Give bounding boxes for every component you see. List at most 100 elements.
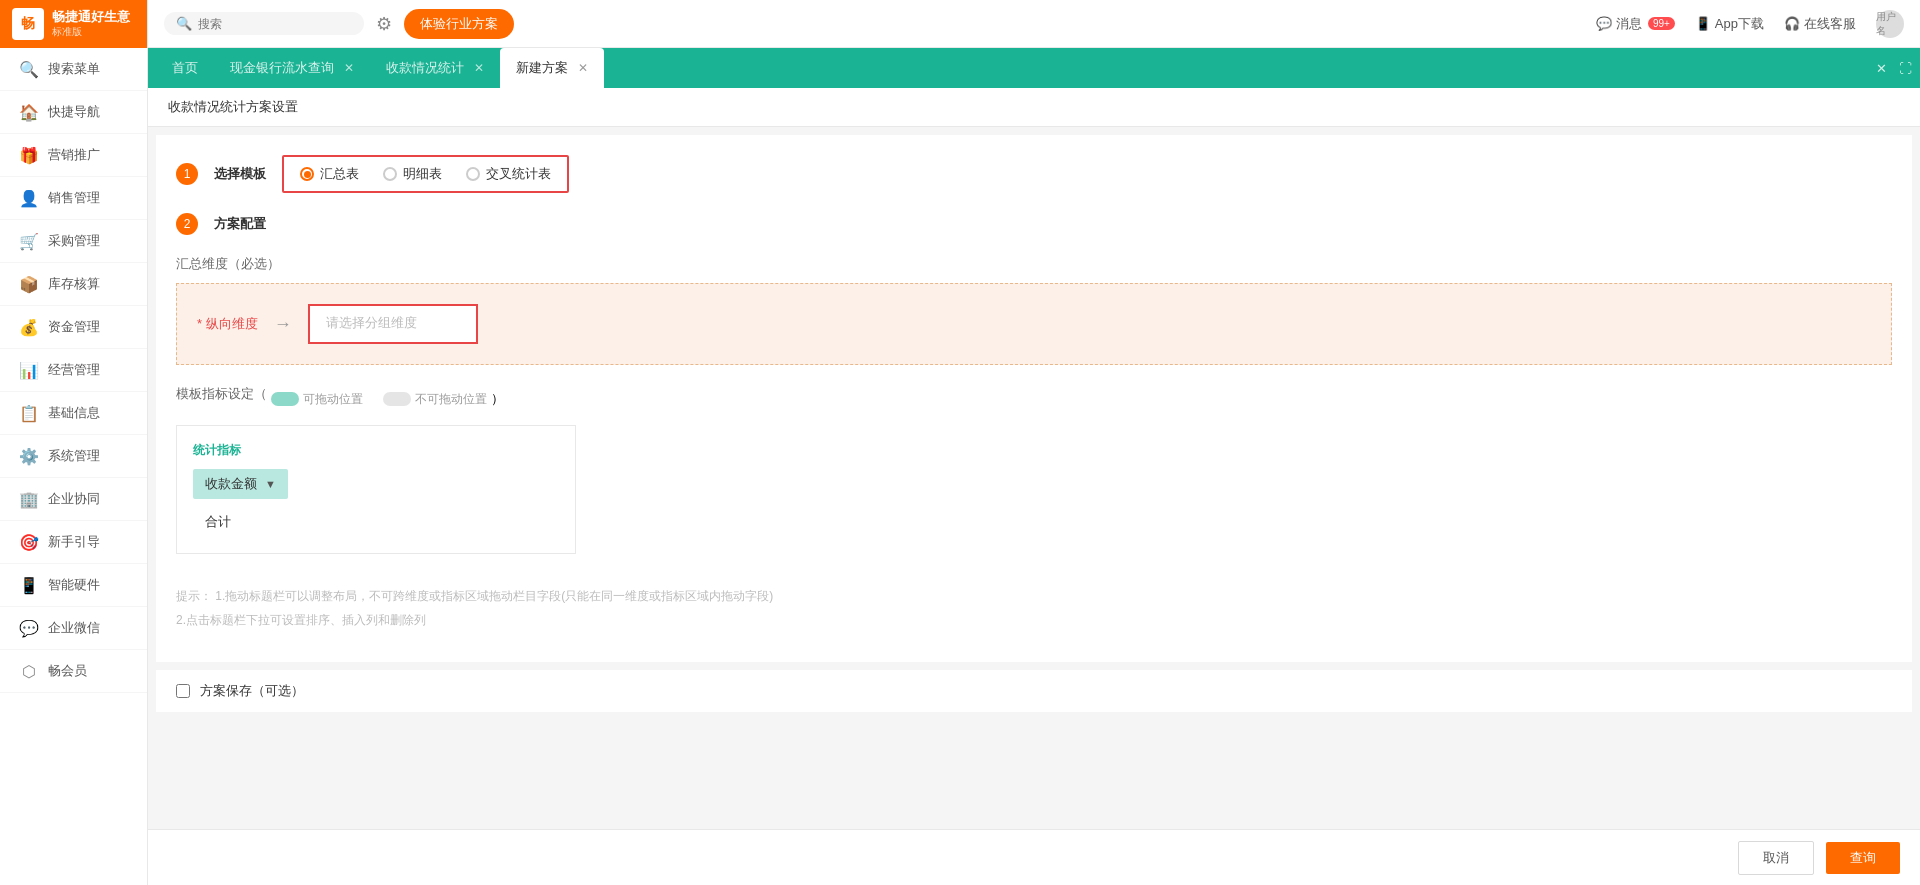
money-icon: 💰 — [20, 318, 38, 336]
drag-movable-box — [271, 392, 299, 406]
logo-text: 畅捷通好生意 标准版 — [52, 9, 130, 39]
search-bar[interactable]: 🔍 — [164, 12, 364, 35]
guide-icon: 🎯 — [20, 533, 38, 551]
sidebar-item-basic-info[interactable]: 📋 基础信息 — [0, 392, 147, 435]
radio-cross[interactable]: 交叉统计表 — [466, 165, 551, 183]
radio-detail[interactable]: 明细表 — [383, 165, 442, 183]
maximize-icon[interactable]: ⛶ — [1899, 61, 1912, 76]
sidebar: 畅 畅捷通好生意 标准版 🔍 搜索菜单 🏠 快捷导航 🎁 营销推广 👤 销售管理… — [0, 0, 148, 885]
window-controls: ✕ ⛶ — [1876, 61, 1912, 76]
sidebar-item-enterprise[interactable]: 🏢 企业协同 — [0, 478, 147, 521]
box-icon: 📦 — [20, 275, 38, 293]
chart-icon: 📊 — [20, 361, 38, 379]
footer: 取消 查询 — [148, 829, 1920, 885]
query-button[interactable]: 查询 — [1826, 842, 1900, 874]
main-area: 🔍 ⚙ 体验行业方案 💬 消息 99+ 📱 App下载 🎧 在线客服 用户名 — [148, 0, 1920, 885]
config-section: 汇总维度（必选） * 纵向维度 → 请选择分组维度 模板指标设定（ — [176, 255, 1892, 642]
step2-num: 2 — [176, 213, 198, 235]
radio-cross-circle — [466, 167, 480, 181]
form-section: 1 选择模板 汇总表 明细表 交叉统计表 — [156, 135, 1912, 662]
content-area: 收款情况统计方案设置 1 选择模板 汇总表 明细表 — [148, 88, 1920, 829]
drag-unmovable-indicator: 不可拖动位置 — [383, 391, 487, 408]
sidebar-item-sales[interactable]: 👤 销售管理 — [0, 177, 147, 220]
page-title-bar: 收款情况统计方案设置 — [148, 88, 1920, 127]
tab-new-plan[interactable]: 新建方案 ✕ — [500, 48, 604, 88]
headset-icon: 🎧 — [1784, 16, 1800, 31]
service-btn[interactable]: 🎧 在线客服 — [1784, 15, 1856, 33]
sidebar-item-member[interactable]: ⬡ 畅会员 — [0, 650, 147, 693]
avatar[interactable]: 用户名 — [1876, 10, 1904, 38]
tip1: 提示： 1.拖动标题栏可以调整布局，不可跨维度或指标区域拖动栏目字段(只能在同一… — [176, 584, 1892, 608]
tab-close-new-plan[interactable]: ✕ — [578, 61, 588, 75]
drag-unmovable-box — [383, 392, 411, 406]
download-icon: 📱 — [1695, 16, 1711, 31]
metrics-area: 统计指标 收款金额 ▼ 合计 — [176, 425, 576, 554]
sidebar-item-quick-nav[interactable]: 🏠 快捷导航 — [0, 91, 147, 134]
drag-movable-indicator: 可拖动位置 — [271, 391, 363, 408]
sidebar-item-inventory[interactable]: 📦 库存核算 — [0, 263, 147, 306]
radio-detail-circle — [383, 167, 397, 181]
gear-icon: ⚙️ — [20, 447, 38, 465]
sidebar-item-finance[interactable]: 💰 资金管理 — [0, 306, 147, 349]
sidebar-item-hardware[interactable]: 📱 智能硬件 — [0, 564, 147, 607]
arrow-right-icon: → — [274, 314, 292, 335]
member-icon: ⬡ — [20, 662, 38, 680]
tips-section: 提示： 1.拖动标题栏可以调整布局，不可跨维度或指标区域拖动栏目字段(只能在同一… — [176, 574, 1892, 642]
tab-close-bank-flow[interactable]: ✕ — [344, 61, 354, 75]
metrics-config: 模板指标设定（ 可拖动位置 不可拖动位置 ） — [176, 385, 1892, 554]
tab-bank-flow[interactable]: 现金银行流水查询 ✕ — [214, 48, 370, 88]
step1-label: 选择模板 — [214, 165, 266, 183]
sidebar-item-operations[interactable]: 📊 经营管理 — [0, 349, 147, 392]
enterprise-icon: 🏢 — [20, 490, 38, 508]
metrics-config-title: 模板指标设定（ — [176, 385, 267, 403]
cancel-button[interactable]: 取消 — [1738, 841, 1814, 875]
minimize-icon[interactable]: ✕ — [1876, 61, 1887, 76]
tab-collection-stat[interactable]: 收款情况统计 ✕ — [370, 48, 500, 88]
metric-chip[interactable]: 收款金额 ▼ — [193, 469, 288, 499]
dimension-row: * 纵向维度 → 请选择分组维度 — [197, 304, 1871, 344]
save-checkbox[interactable] — [176, 684, 190, 698]
dimension-area: * 纵向维度 → 请选择分组维度 — [176, 283, 1892, 365]
cart-icon: 🛒 — [20, 232, 38, 250]
save-row: 方案保存（可选） — [156, 670, 1912, 712]
search-input[interactable] — [198, 17, 338, 31]
metric-total: 合计 — [193, 507, 559, 537]
metric-chip-arrow-icon: ▼ — [265, 478, 276, 490]
industry-btn[interactable]: 体验行业方案 — [404, 9, 514, 39]
radio-summary[interactable]: 汇总表 — [300, 165, 359, 183]
dimension-section-title: 汇总维度（必选） — [176, 255, 1892, 273]
sidebar-item-marketing[interactable]: 🎁 营销推广 — [0, 134, 147, 177]
vertical-label: * 纵向维度 — [197, 315, 258, 333]
template-options: 汇总表 明细表 交叉统计表 — [282, 155, 569, 193]
sidebar-item-purchase[interactable]: 🛒 采购管理 — [0, 220, 147, 263]
step1-row: 1 选择模板 汇总表 明细表 交叉统计表 — [176, 155, 1892, 193]
sidebar-item-guide[interactable]: 🎯 新手引导 — [0, 521, 147, 564]
settings-icon[interactable]: ⚙ — [376, 13, 392, 35]
drag-legend: 可拖动位置 不可拖动位置 — [271, 391, 487, 408]
sidebar-item-system[interactable]: ⚙️ 系统管理 — [0, 435, 147, 478]
search-icon: 🔍 — [176, 16, 192, 31]
user-icon: 👤 — [20, 189, 38, 207]
metrics-area-title: 统计指标 — [193, 442, 559, 459]
tab-home[interactable]: 首页 — [156, 48, 214, 88]
step2-row: 2 方案配置 — [176, 213, 1892, 235]
wechat-icon: 💬 — [20, 619, 38, 637]
download-btn[interactable]: 📱 App下载 — [1695, 15, 1764, 33]
save-label: 方案保存（可选） — [200, 682, 304, 700]
radio-summary-circle — [300, 167, 314, 181]
dimension-select[interactable]: 请选择分组维度 — [308, 304, 478, 344]
notification-btn[interactable]: 💬 消息 99+ — [1596, 15, 1675, 33]
tab-bar: 首页 现金银行流水查询 ✕ 收款情况统计 ✕ 新建方案 ✕ ✕ ⛶ — [148, 48, 1920, 88]
tab-close-collection-stat[interactable]: ✕ — [474, 61, 484, 75]
top-header: 🔍 ⚙ 体验行业方案 💬 消息 99+ 📱 App下载 🎧 在线客服 用户名 — [148, 0, 1920, 48]
gift-icon: 🎁 — [20, 146, 38, 164]
sidebar-item-wechat[interactable]: 💬 企业微信 — [0, 607, 147, 650]
sidebar-item-search-menu[interactable]: 🔍 搜索菜单 — [0, 48, 147, 91]
search-menu-icon: 🔍 — [20, 60, 38, 78]
message-icon: 💬 — [1596, 16, 1612, 31]
sidebar-logo: 畅 畅捷通好生意 标准版 — [0, 0, 147, 48]
home-icon: 🏠 — [20, 103, 38, 121]
clipboard-icon: 📋 — [20, 404, 38, 422]
logo-icon: 畅 — [12, 8, 44, 40]
hardware-icon: 📱 — [20, 576, 38, 594]
